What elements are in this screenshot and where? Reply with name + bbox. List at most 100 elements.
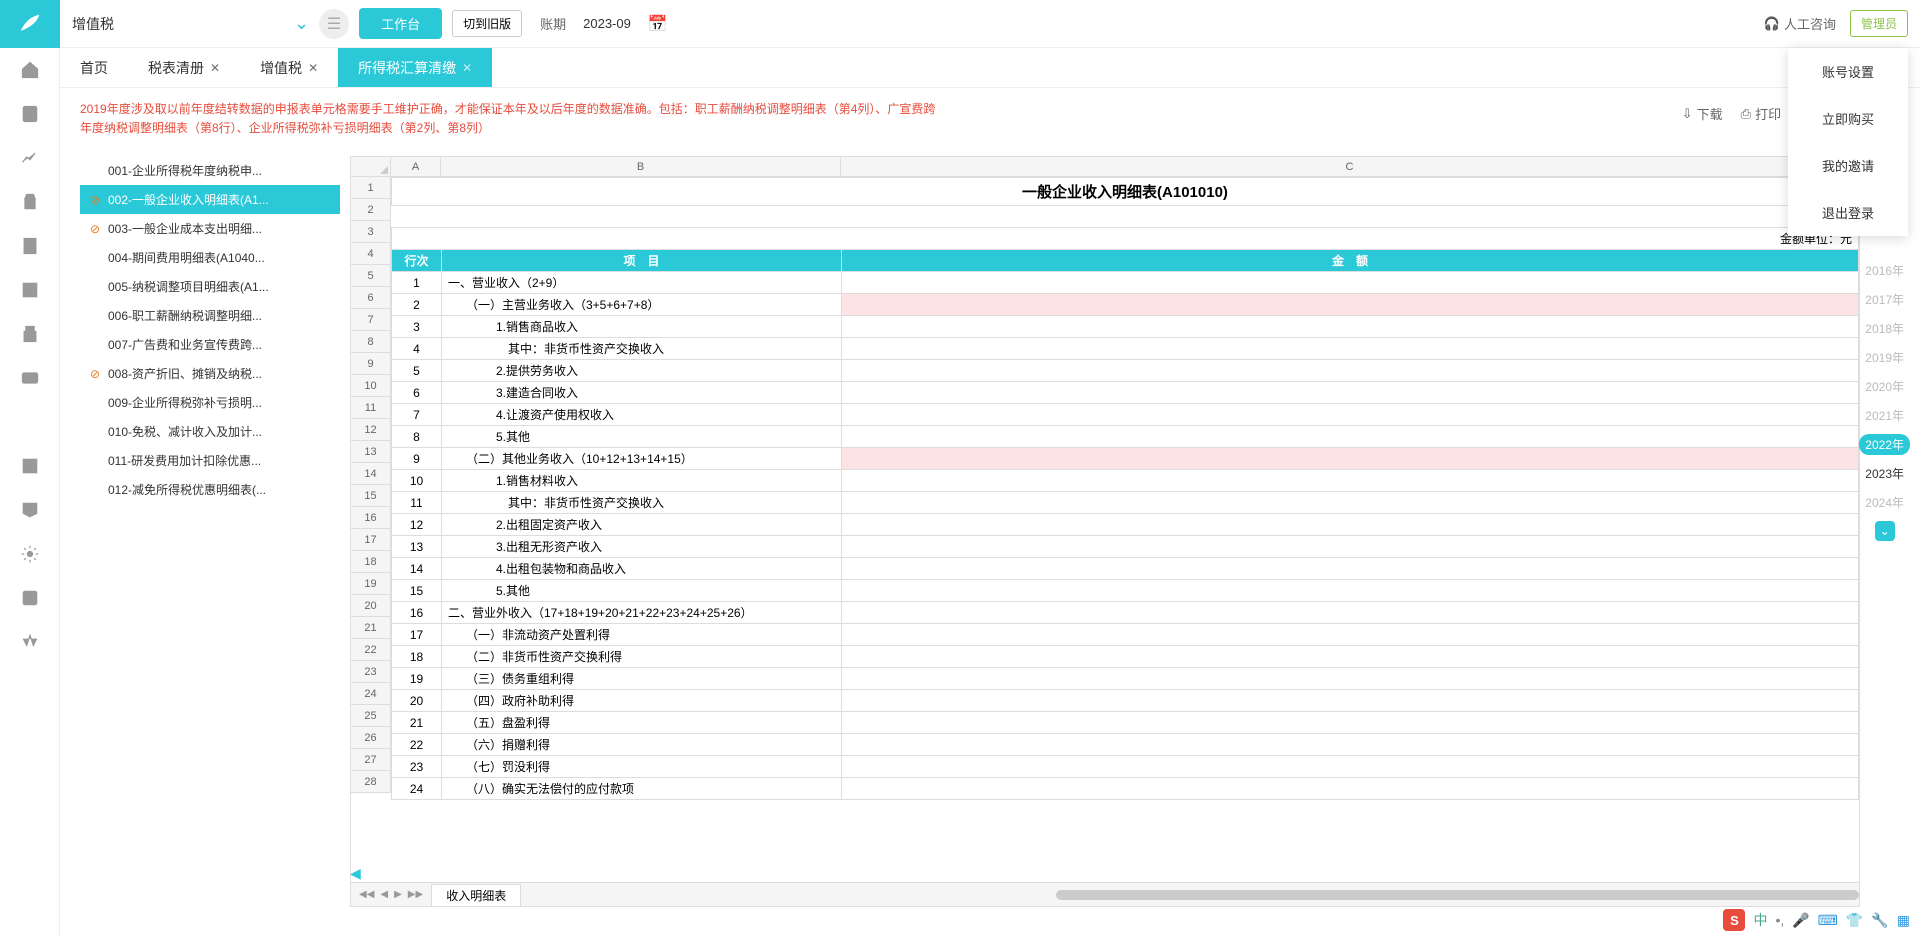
cell-item[interactable]: 二、营业外收入（17+18+19+20+21+22+23+24+25+26） — [442, 602, 842, 624]
cell-amount[interactable] — [842, 470, 1859, 492]
sheet-nav-next-icon[interactable]: ▶ — [392, 889, 404, 900]
nav-tax-icon[interactable] — [0, 312, 60, 356]
menu-logout[interactable]: 退出登录 — [1788, 189, 1908, 236]
row-header[interactable]: 23 — [351, 661, 391, 683]
cell-item[interactable]: （七）罚没利得 — [442, 756, 842, 778]
company-selector[interactable]: 增值税 ⌄ — [72, 13, 309, 34]
cell-item[interactable]: 其中：非货币性资产交换收入 — [442, 492, 842, 514]
cell-item[interactable]: 3.建造合同收入 — [442, 382, 842, 404]
cell-amount[interactable] — [842, 646, 1859, 668]
cell-rownum[interactable]: 5 — [392, 360, 442, 382]
cell-rownum[interactable]: 8 — [392, 426, 442, 448]
nav-invoice-icon[interactable] — [0, 268, 60, 312]
admin-button[interactable]: 管理员 — [1850, 10, 1908, 37]
cell-item[interactable]: （四）政府补助利得 — [442, 690, 842, 712]
cell-amount[interactable] — [842, 734, 1859, 756]
row-header[interactable]: 17 — [351, 529, 391, 551]
cell-amount[interactable] — [842, 668, 1859, 690]
cell-rownum[interactable]: 23 — [392, 756, 442, 778]
cell-item[interactable]: （三）债务重组利得 — [442, 668, 842, 690]
old-version-button[interactable]: 切到旧版 — [452, 10, 522, 37]
form-item-009[interactable]: 009-企业所得税弥补亏损明... — [80, 388, 340, 417]
form-item-006[interactable]: 006-职工薪酬纳税调整明细... — [80, 301, 340, 330]
nav-home-icon[interactable] — [0, 48, 60, 92]
cell-amount[interactable] — [842, 602, 1859, 624]
sheet-hscroll[interactable] — [521, 890, 1859, 900]
row-header[interactable]: 19 — [351, 573, 391, 595]
year-2016年[interactable]: 2016年 — [1859, 260, 1910, 281]
cell-amount[interactable] — [842, 756, 1859, 778]
form-item-012[interactable]: 012-减免所得税优惠明细表(... — [80, 475, 340, 504]
cell-item[interactable]: （六）捐赠利得 — [442, 734, 842, 756]
form-item-008[interactable]: ⊘008-资产折旧、摊销及纳税... — [80, 359, 340, 388]
form-item-001[interactable]: 001-企业所得税年度纳税申... — [80, 156, 340, 185]
cell-rownum[interactable]: 20 — [392, 690, 442, 712]
cell-item[interactable]: （二）非货币性资产交换利得 — [442, 646, 842, 668]
cell-amount[interactable] — [842, 338, 1859, 360]
row-header[interactable]: 25 — [351, 705, 391, 727]
cell-amount[interactable] — [842, 712, 1859, 734]
ime-grid-icon[interactable]: ▦ — [1897, 912, 1910, 929]
nav-analytics-icon[interactable] — [0, 136, 60, 180]
row-header[interactable]: 9 — [351, 353, 391, 375]
cell-amount[interactable] — [842, 690, 1859, 712]
form-item-002[interactable]: ⊘002-一般企业收入明细表(A1... — [80, 185, 340, 214]
print-button[interactable]: ⎙打印 — [1741, 104, 1781, 123]
year-2020年[interactable]: 2020年 — [1859, 376, 1910, 397]
cell-rownum[interactable]: 19 — [392, 668, 442, 690]
cell-rownum[interactable]: 13 — [392, 536, 442, 558]
cell-amount[interactable] — [842, 294, 1859, 316]
cell-amount[interactable] — [842, 360, 1859, 382]
nav-declare-icon[interactable] — [0, 400, 60, 444]
cell-item[interactable]: 一、营业收入（2+9） — [442, 272, 842, 294]
nav-settings-icon[interactable] — [0, 532, 60, 576]
nav-inbox-icon[interactable] — [0, 488, 60, 532]
cell-amount[interactable] — [842, 426, 1859, 448]
row-header[interactable]: 5 — [351, 265, 391, 287]
cell-amount[interactable] — [842, 778, 1859, 800]
cell-rownum[interactable]: 2 — [392, 294, 442, 316]
cell-rownum[interactable]: 3 — [392, 316, 442, 338]
row-header[interactable]: 7 — [351, 309, 391, 331]
form-item-010[interactable]: 010-免税、减计收入及加计... — [80, 417, 340, 446]
nav-app-icon[interactable] — [0, 576, 60, 620]
cell-rownum[interactable]: 17 — [392, 624, 442, 646]
ime-voice-icon[interactable]: 🎤 — [1792, 912, 1809, 929]
cell-rownum[interactable]: 6 — [392, 382, 442, 404]
cell-amount[interactable] — [842, 558, 1859, 580]
row-header[interactable]: 14 — [351, 463, 391, 485]
nav-salary-icon[interactable] — [0, 356, 60, 400]
sheet-select-all[interactable] — [351, 157, 391, 177]
tab-close-icon[interactable]: ✕ — [210, 61, 220, 75]
cell-amount[interactable] — [842, 448, 1859, 470]
sheet-grid[interactable]: 一般企业收入明细表(A101010) 金额单位：元 行次 项 目 金 额 1一、… — [391, 177, 1859, 882]
sheet-nav-prev-icon[interactable]: ◀ — [378, 889, 390, 900]
cell-item[interactable]: （八）确实无法偿付的应付款项 — [442, 778, 842, 800]
sheet-nav-first-icon[interactable]: ◀◀ — [357, 889, 376, 900]
row-header[interactable]: 10 — [351, 375, 391, 397]
cell-item[interactable]: （一）非流动资产处置利得 — [442, 624, 842, 646]
cell-amount[interactable] — [842, 272, 1859, 294]
row-header[interactable]: 26 — [351, 727, 391, 749]
form-item-005[interactable]: 005-纳税调整项目明细表(A1... — [80, 272, 340, 301]
menu-account-settings[interactable]: 账号设置 — [1788, 48, 1908, 95]
cell-item[interactable]: 5.其他 — [442, 580, 842, 602]
ime-punct-icon[interactable]: •, — [1775, 912, 1784, 928]
tab-close-icon[interactable]: ✕ — [462, 61, 472, 75]
tab-所得税汇算清缴[interactable]: 所得税汇算清缴✕ — [338, 48, 492, 87]
cell-item[interactable]: 1.销售商品收入 — [442, 316, 842, 338]
nav-doc-icon[interactable] — [0, 224, 60, 268]
app-logo[interactable] — [0, 0, 60, 48]
row-header[interactable]: 3 — [351, 221, 391, 243]
year-2024年[interactable]: 2024年 — [1859, 492, 1910, 513]
expand-triangle-icon[interactable]: ◀ — [350, 865, 361, 882]
col-header-c[interactable]: C — [841, 157, 1859, 177]
cell-rownum[interactable]: 21 — [392, 712, 442, 734]
year-more-icon[interactable]: ⌄ — [1875, 521, 1895, 541]
cell-item[interactable]: 3.出租无形资产收入 — [442, 536, 842, 558]
form-item-003[interactable]: ⊘003-一般企业成本支出明细... — [80, 214, 340, 243]
tab-税表清册[interactable]: 税表清册✕ — [128, 48, 240, 87]
row-header[interactable]: 12 — [351, 419, 391, 441]
row-header[interactable]: 1 — [351, 177, 391, 199]
nav-vip-icon[interactable] — [0, 620, 60, 664]
